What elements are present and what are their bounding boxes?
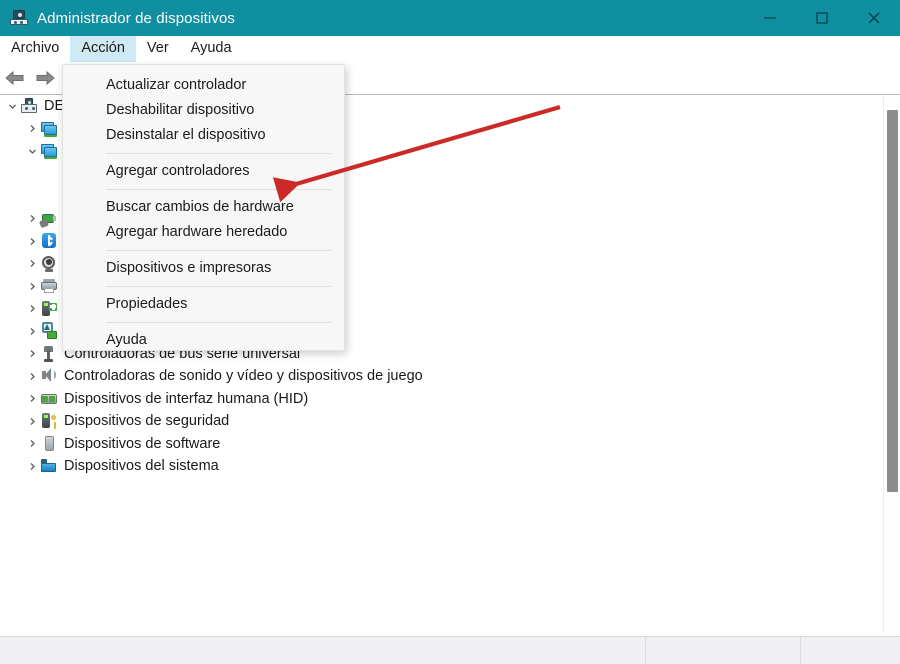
tree-label-dispositivos-software: Dispositivos de software [64, 435, 221, 452]
menu-item-desinstalar-dispositivo[interactable]: Desinstalar el dispositivo [63, 123, 344, 148]
usb-icon [40, 345, 58, 363]
chevron-right-icon[interactable] [24, 118, 40, 140]
chevron-down-icon[interactable] [4, 95, 20, 117]
scrollbar-thumb[interactable] [887, 110, 898, 492]
menu-item-agregar-controladores[interactable]: Agregar controladores [63, 159, 344, 184]
chevron-right-icon[interactable] [24, 208, 40, 230]
chevron-right-icon[interactable] [24, 388, 40, 410]
menu-separator [106, 189, 332, 190]
status-cell-2 [646, 637, 800, 664]
chevron-right-icon[interactable] [24, 455, 40, 477]
menu-item-ayuda[interactable]: Ayuda [63, 328, 344, 350]
tree-row-controladoras-sonido[interactable]: Controladoras de sonido y vídeo y dispos… [0, 365, 862, 388]
menu-separator [106, 250, 332, 251]
chevron-right-icon[interactable] [24, 298, 40, 320]
menu-item-dispositivos-impresoras[interactable]: Dispositivos e impresoras [63, 256, 344, 281]
menu-archivo[interactable]: Archivo [0, 36, 70, 62]
tree-row-dispositivos-seguridad[interactable]: Dispositivos de seguridad [0, 410, 862, 433]
menu-separator [106, 322, 332, 323]
menu-accion[interactable]: Acción [70, 36, 136, 62]
status-cell-1 [0, 637, 645, 664]
window-controls [744, 0, 900, 36]
chevron-right-icon[interactable] [24, 320, 40, 342]
tree-label-dispositivos-sistema: Dispositivos del sistema [64, 458, 219, 475]
software-component-icon [40, 300, 58, 318]
tree-row-dispositivos-hid[interactable]: Dispositivos de interfaz humana (HID) [0, 388, 862, 411]
menu-item-agregar-hardware-heredado[interactable]: Agregar hardware heredado [63, 220, 344, 245]
menu-item-buscar-cambios-hardware[interactable]: Buscar cambios de hardware [63, 195, 344, 220]
close-button[interactable] [848, 0, 900, 36]
menu-item-propiedades[interactable]: Propiedades [63, 292, 344, 317]
software-device-icon [40, 435, 58, 453]
vertical-scrollbar[interactable] [883, 96, 900, 632]
chevron-right-icon[interactable] [24, 410, 40, 432]
printer-icon [40, 277, 58, 295]
chevron-right-icon[interactable] [24, 253, 40, 275]
battery-icon [39, 210, 58, 228]
tree-label-controladoras-sonido: Controladoras de sonido y vídeo y dispos… [64, 368, 423, 385]
menu-ver[interactable]: Ver [136, 36, 180, 62]
minimize-button[interactable] [744, 0, 796, 36]
network-adapter-icon [40, 120, 58, 138]
maximize-button[interactable] [796, 0, 848, 36]
speaker-icon [40, 367, 58, 385]
menu-separator [106, 153, 332, 154]
status-bar [0, 636, 900, 664]
status-cell-3 [801, 637, 900, 664]
menu-bar: Archivo Acción Ver Ayuda [0, 36, 900, 62]
window-title: Administrador de dispositivos [37, 9, 235, 27]
back-arrow-icon[interactable] [0, 63, 30, 93]
computer-root-icon [20, 97, 38, 115]
camera-icon [40, 255, 58, 273]
menu-ayuda[interactable]: Ayuda [180, 36, 243, 62]
tree-label-dispositivos-seguridad: Dispositivos de seguridad [64, 413, 230, 430]
chevron-down-icon[interactable] [24, 140, 40, 162]
system-device-icon [40, 457, 58, 475]
bluetooth-icon [40, 232, 58, 250]
tree-row-dispositivos-sistema[interactable]: Dispositivos del sistema [0, 455, 862, 478]
menu-item-deshabilitar-dispositivo[interactable]: Deshabilitar dispositivo [63, 98, 344, 123]
forward-arrow-icon[interactable] [30, 63, 60, 93]
title-bar: Administrador de dispositivos [0, 0, 900, 36]
tree-label-dispositivos-hid: Dispositivos de interfaz humana (HID) [64, 390, 309, 407]
hid-icon [40, 390, 58, 408]
device-manager-icon [10, 9, 28, 27]
chevron-right-icon[interactable] [24, 343, 40, 365]
chevron-right-icon[interactable] [24, 230, 40, 252]
menu-separator [106, 286, 332, 287]
security-device-icon [40, 412, 58, 430]
network-adapter-icon [40, 142, 58, 160]
device-manager-window: Administrador de dispositivos Archivo Ac… [0, 0, 900, 664]
storage-controller-icon [40, 322, 58, 340]
tree-row-dispositivos-software[interactable]: Dispositivos de software [0, 433, 862, 456]
chevron-right-icon[interactable] [24, 433, 40, 455]
chevron-right-icon[interactable] [24, 365, 40, 387]
accion-dropdown-menu: Actualizar controlador Deshabilitar disp… [62, 64, 345, 351]
menu-item-actualizar-controlador[interactable]: Actualizar controlador [63, 73, 344, 98]
chevron-right-icon[interactable] [24, 275, 40, 297]
